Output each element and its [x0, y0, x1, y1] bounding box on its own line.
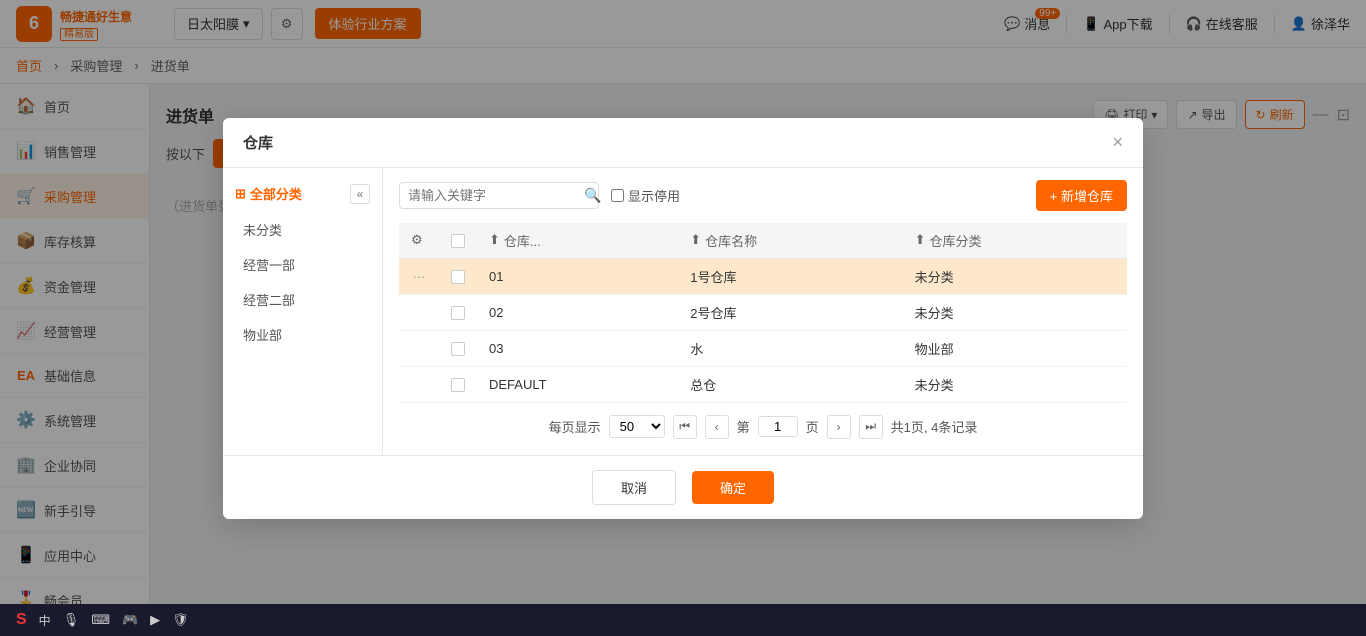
- modal-body: ⊞ 全部分类 « 未分类 经营一部 经营二部 物业部 🔍: [223, 168, 1143, 455]
- category-item-2[interactable]: 经营二部: [223, 282, 382, 317]
- search-icon: 🔍: [584, 187, 601, 204]
- category-item-0[interactable]: 未分类: [223, 212, 382, 247]
- sort-icon2: ⬆: [690, 232, 701, 248]
- statusbar-play[interactable]: ▶: [150, 612, 160, 628]
- row-checkbox[interactable]: [439, 258, 477, 294]
- row-checkbox[interactable]: [439, 294, 477, 330]
- modal-close-button[interactable]: ×: [1112, 132, 1123, 153]
- modal-overlay: 仓库 × ⊞ 全部分类 « 未分类 经营一部 经营二部 物业部: [0, 0, 1366, 636]
- prev-page-button[interactable]: ‹: [705, 415, 729, 439]
- row-code: DEFAULT: [477, 366, 678, 402]
- table-row[interactable]: 03 水 物业部: [399, 330, 1127, 366]
- row-settings[interactable]: [399, 330, 439, 366]
- row-checkbox-input[interactable]: [451, 378, 465, 392]
- pagination: 每页显示 50 100 200 ⏮ ‹ 第 页 › ⏭ 共1页, 4条记录: [399, 403, 1127, 443]
- grid-icon: ⊞: [235, 186, 246, 202]
- modal-footer: 取消 确定: [223, 455, 1143, 519]
- row-category: 未分类: [903, 258, 1127, 294]
- row-checkbox[interactable]: [439, 366, 477, 402]
- row-name: 2号仓库: [678, 294, 902, 330]
- statusbar: S 中 🎙 ⌨ 🎮 ▶ 🛡: [0, 604, 1366, 636]
- category-header-label[interactable]: 全部分类: [250, 184, 302, 203]
- th-name[interactable]: ⬆ 仓库名称: [678, 223, 902, 259]
- show-disabled-text: 显示停用: [628, 186, 680, 205]
- statusbar-game[interactable]: 🎮: [122, 612, 138, 628]
- page-suffix: 页: [806, 417, 819, 436]
- show-disabled-checkbox[interactable]: [611, 189, 624, 202]
- page-number-input[interactable]: [758, 416, 798, 437]
- table-row[interactable]: ··· 01 1号仓库 未分类: [399, 258, 1127, 294]
- th-checkbox: [439, 223, 477, 259]
- first-page-button[interactable]: ⏮: [673, 415, 697, 439]
- category-sidebar: ⊞ 全部分类 « 未分类 经营一部 经营二部 物业部: [223, 168, 383, 455]
- sort-icon3: ⬆: [915, 232, 926, 248]
- per-page-label: 每页显示: [549, 417, 601, 436]
- warehouse-modal: 仓库 × ⊞ 全部分类 « 未分类 经营一部 经营二部 物业部: [223, 118, 1143, 519]
- warehouse-table: ⚙ ⬆ 仓库...: [399, 223, 1127, 403]
- page-label: 第: [737, 417, 750, 436]
- table-toolbar: 🔍 显示停用 + 新增仓库: [399, 180, 1127, 211]
- confirm-button[interactable]: 确定: [692, 471, 774, 504]
- modal-title: 仓库: [243, 132, 273, 153]
- table-row[interactable]: DEFAULT 总仓 未分类: [399, 366, 1127, 402]
- show-disabled-label[interactable]: 显示停用: [611, 186, 680, 205]
- statusbar-mic[interactable]: 🎙: [63, 612, 80, 628]
- row-code: 02: [477, 294, 678, 330]
- row-settings[interactable]: [399, 366, 439, 402]
- next-page-button[interactable]: ›: [827, 415, 851, 439]
- header-checkbox[interactable]: [451, 234, 465, 248]
- statusbar-keyboard[interactable]: ⌨: [91, 612, 110, 628]
- search-input-wrap: 🔍: [399, 182, 599, 209]
- table-header-row: ⚙ ⬆ 仓库...: [399, 223, 1127, 259]
- table-row[interactable]: 02 2号仓库 未分类: [399, 294, 1127, 330]
- row-settings[interactable]: [399, 294, 439, 330]
- category-header: ⊞ 全部分类 «: [223, 176, 382, 212]
- row-code: 03: [477, 330, 678, 366]
- row-checkbox-input[interactable]: [451, 306, 465, 320]
- more-icon[interactable]: ···: [413, 269, 426, 284]
- category-item-1[interactable]: 经营一部: [223, 247, 382, 282]
- row-checkbox-input[interactable]: [451, 270, 465, 284]
- category-item-3[interactable]: 物业部: [223, 317, 382, 352]
- statusbar-shield[interactable]: 🛡: [172, 612, 189, 628]
- statusbar-zh[interactable]: 中: [39, 612, 51, 629]
- row-category: 未分类: [903, 294, 1127, 330]
- last-page-button[interactable]: ⏭: [859, 415, 883, 439]
- page-size-select[interactable]: 50 100 200: [609, 415, 665, 438]
- row-category: 未分类: [903, 366, 1127, 402]
- row-checkbox[interactable]: [439, 330, 477, 366]
- statusbar-logo: S: [16, 611, 27, 629]
- row-settings[interactable]: ···: [399, 258, 439, 294]
- row-code: 01: [477, 258, 678, 294]
- table-body: ··· 01 1号仓库 未分类 02 2号仓库 未分类: [399, 258, 1127, 402]
- th-settings[interactable]: ⚙: [399, 223, 439, 259]
- th-category[interactable]: ⬆ 仓库分类: [903, 223, 1127, 259]
- row-name: 总仓: [678, 366, 902, 402]
- row-name: 水: [678, 330, 902, 366]
- add-warehouse-button[interactable]: + 新增仓库: [1036, 180, 1127, 211]
- row-name: 1号仓库: [678, 258, 902, 294]
- table-area: 🔍 显示停用 + 新增仓库 ⚙: [383, 168, 1143, 455]
- sort-icon: ⬆: [489, 232, 500, 248]
- th-code[interactable]: ⬆ 仓库...: [477, 223, 678, 259]
- cancel-button[interactable]: 取消: [592, 470, 676, 505]
- row-category: 物业部: [903, 330, 1127, 366]
- total-info: 共1页, 4条记录: [891, 417, 978, 436]
- row-checkbox-input[interactable]: [451, 342, 465, 356]
- collapse-button[interactable]: «: [350, 184, 370, 204]
- search-input[interactable]: [408, 188, 584, 203]
- modal-header: 仓库 ×: [223, 118, 1143, 168]
